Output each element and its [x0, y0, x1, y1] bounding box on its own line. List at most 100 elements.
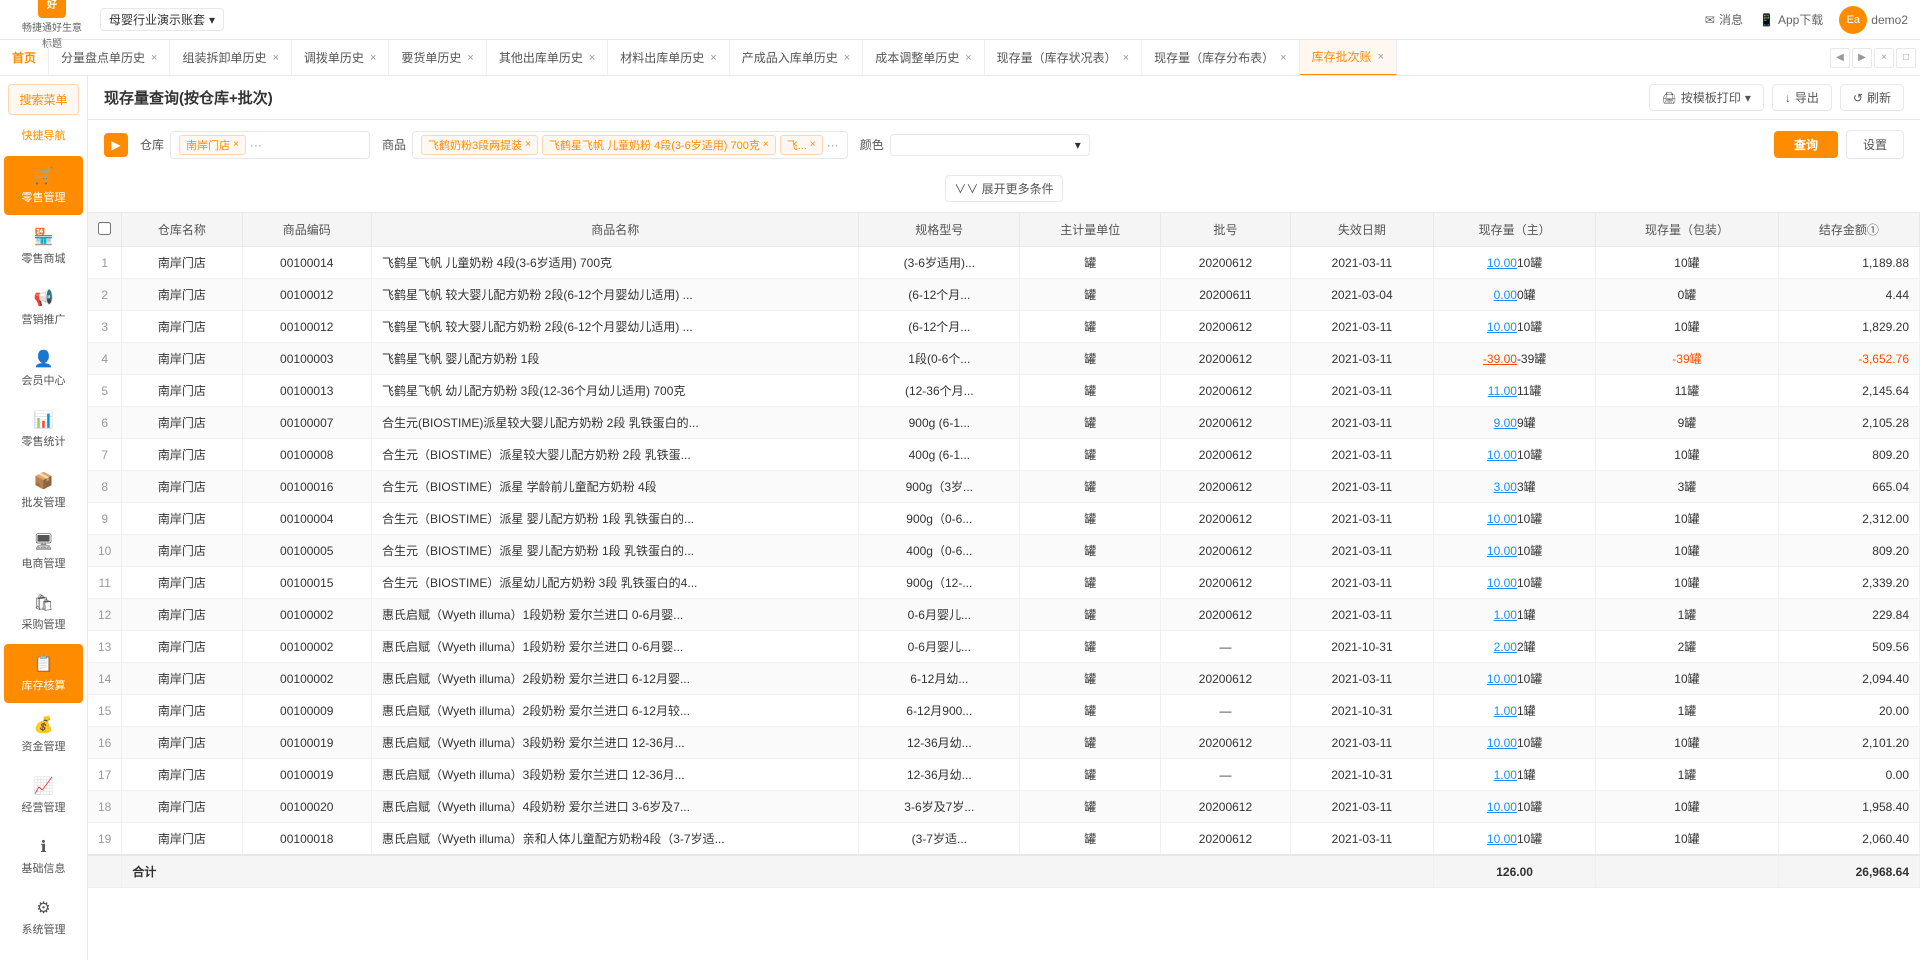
close-icon[interactable]: ×: [844, 52, 850, 64]
tab-label: 成本调整单历史: [875, 49, 959, 66]
close-icon[interactable]: ×: [272, 52, 278, 64]
tab-assembly[interactable]: 组装拆卸单历史 ×: [170, 40, 291, 76]
product-filter-more[interactable]: ···: [827, 138, 839, 152]
close-icon[interactable]: ×: [467, 52, 473, 64]
sidebar-item-basic-info[interactable]: ℹ 基础信息: [4, 827, 83, 886]
cell-amount: -3,652.76: [1778, 343, 1919, 375]
qty-main-link[interactable]: 0.00: [1494, 288, 1517, 302]
qty-main-link[interactable]: 10.00: [1487, 576, 1517, 590]
filter-more-dots[interactable]: ···: [250, 138, 262, 152]
export-btn[interactable]: ↓ 导出: [1772, 84, 1832, 111]
tab-maximize-btn[interactable]: □: [1896, 48, 1916, 68]
query-btn[interactable]: 查询: [1774, 131, 1838, 158]
qty-main-link[interactable]: -39.00: [1483, 352, 1517, 366]
qty-main-link[interactable]: 2.00: [1494, 640, 1517, 654]
close-icon[interactable]: ×: [965, 52, 971, 64]
product-tag-close-3[interactable]: ×: [810, 139, 816, 150]
sidebar-item-retail-mall[interactable]: 🏪 零售商城: [4, 217, 83, 276]
product-tag-3[interactable]: 飞... ×: [780, 135, 823, 155]
qty-main-link[interactable]: 3.00: [1494, 480, 1517, 494]
warehouse-tag-close[interactable]: ×: [233, 139, 239, 150]
close-icon[interactable]: ×: [370, 52, 376, 64]
cell-name: 惠氏启赋（Wyeth illuma）2段奶粉 爱尔兰进口 6-12月较...: [372, 695, 859, 727]
tab-prev-btn[interactable]: ◀: [1830, 48, 1850, 68]
qty-main-link[interactable]: 10.00: [1487, 512, 1517, 526]
qty-main-link[interactable]: 1.00: [1494, 704, 1517, 718]
tab-next-btn[interactable]: ▶: [1852, 48, 1872, 68]
tab-home[interactable]: 首页: [0, 40, 49, 76]
tab-order[interactable]: 要货单历史 ×: [389, 40, 486, 76]
sidebar-item-ecommerce[interactable]: 🖥 电商管理: [4, 522, 83, 581]
qty-main-link[interactable]: 10.00: [1487, 672, 1517, 686]
product-tag-close-2[interactable]: ×: [763, 139, 769, 150]
qty-main-link[interactable]: 10.00: [1487, 256, 1517, 270]
qty-main-link[interactable]: 10.00: [1487, 736, 1517, 750]
select-all-checkbox[interactable]: [98, 222, 111, 235]
sidebar-item-system[interactable]: ⚙ 系统管理: [4, 888, 83, 947]
tab-finished-inbound[interactable]: 产成品入库单历史 ×: [730, 40, 863, 76]
qty-main-link[interactable]: 9.00: [1494, 416, 1517, 430]
cell-code: 00100018: [242, 823, 372, 856]
sidebar-item-label: 资金管理: [22, 738, 66, 754]
product-tag-2[interactable]: 飞鹤星飞帆 儿童奶粉 4段(3-6岁适用) 700克 ×: [542, 135, 776, 155]
quick-nav-btn[interactable]: 快捷导航: [0, 123, 87, 147]
filter-expand-arrow[interactable]: ▶: [104, 133, 128, 157]
sidebar-item-wholesale[interactable]: 📦 批发管理: [4, 461, 83, 520]
sidebar-item-members[interactable]: 👤 会员中心: [4, 339, 83, 398]
tab-other-outbound[interactable]: 其他出库单历史 ×: [487, 40, 608, 76]
cell-name: 惠氏启赋（Wyeth illuma）亲和人体儿童配方奶粉4段（3-7岁适...: [372, 823, 859, 856]
warehouse-tag-container[interactable]: 南岸门店 × ···: [170, 131, 370, 159]
qty-main-link[interactable]: 10.00: [1487, 320, 1517, 334]
qty-main-link[interactable]: 11.00: [1488, 384, 1517, 398]
cell-warehouse: 南岸门店: [122, 503, 242, 535]
tab-material-outbound[interactable]: 材料出库单历史 ×: [608, 40, 729, 76]
sidebar-item-retail-stats[interactable]: 📊 零售统计: [4, 400, 83, 459]
table-row: 9 南岸门店 00100004 合生元（BIOSTIME）派星 婴儿配方奶粉 1…: [88, 503, 1920, 535]
row-num: 14: [88, 663, 122, 695]
product-tag-1[interactable]: 飞鹤奶粉3段两提装 ×: [421, 135, 538, 155]
print-btn[interactable]: 🖨 按模板打印 ▾: [1649, 84, 1764, 111]
sidebar-item-inventory[interactable]: 📋 库存核算: [4, 644, 83, 703]
inventory-icon: 📋: [34, 654, 54, 674]
app-download-btn[interactable]: 📱 App下载: [1759, 11, 1823, 28]
tab-inventory-count[interactable]: 分量盘点单历史 ×: [49, 40, 170, 76]
close-icon[interactable]: ×: [151, 52, 157, 64]
sidebar-item-purchasing[interactable]: 🛍 采购管理: [4, 583, 83, 642]
close-icon[interactable]: ×: [710, 52, 716, 64]
sidebar-item-marketing[interactable]: 📢 营销推广: [4, 278, 83, 337]
refresh-btn[interactable]: ↺ 刷新: [1840, 84, 1904, 111]
account-selector[interactable]: 母婴行业演示账套 ▾: [100, 8, 224, 31]
qty-main-link[interactable]: 10.00: [1487, 800, 1517, 814]
color-tag-container[interactable]: ▾: [890, 134, 1090, 156]
qty-main-link[interactable]: 10.00: [1487, 448, 1517, 462]
sidebar-item-retail-mgmt[interactable]: 🛒 零售管理: [4, 156, 83, 215]
product-tag-container[interactable]: 飞鹤奶粉3段两提装 × 飞鹤星飞帆 儿童奶粉 4段(3-6岁适用) 700克 ×…: [412, 131, 848, 159]
warehouse-tag-nanang[interactable]: 南岸门店 ×: [179, 135, 246, 155]
user-area[interactable]: Ea demo2: [1839, 6, 1908, 34]
tab-batch-stock[interactable]: 库存批次账 ×: [1300, 40, 1397, 76]
close-icon[interactable]: ×: [1378, 51, 1384, 63]
qty-main-link[interactable]: 10.00: [1487, 544, 1517, 558]
product-tag-close-1[interactable]: ×: [525, 139, 531, 150]
tab-stock-status[interactable]: 现存量（库存状况表） ×: [985, 40, 1142, 76]
close-icon[interactable]: ×: [1123, 52, 1129, 64]
tab-transfer[interactable]: 调拨单历史 ×: [292, 40, 389, 76]
tab-close-btn[interactable]: ×: [1874, 48, 1894, 68]
qty-main-link[interactable]: 10.00: [1487, 832, 1517, 846]
cell-unit: 罐: [1020, 631, 1161, 663]
qty-main-link[interactable]: 1.00: [1494, 768, 1517, 782]
qty-main-link[interactable]: 1.00: [1494, 608, 1517, 622]
sidebar-item-finance[interactable]: 💰 资金管理: [4, 705, 83, 764]
close-icon[interactable]: ×: [1280, 52, 1286, 64]
messages-btn[interactable]: ✉ 消息: [1705, 11, 1743, 28]
settings-btn[interactable]: 设置: [1846, 130, 1904, 159]
sidebar-item-operations[interactable]: 📈 经营管理: [4, 766, 83, 825]
search-menu-btn[interactable]: 搜索菜单: [8, 84, 79, 115]
close-icon[interactable]: ×: [589, 52, 595, 64]
cell-code: 00100008: [242, 439, 372, 471]
tab-cost-adjust[interactable]: 成本调整单历史 ×: [863, 40, 984, 76]
tab-stock-dist[interactable]: 现存量（库存分布表） ×: [1142, 40, 1299, 76]
sidebar-item-collab[interactable]: 🤝 企业协同: [4, 949, 83, 960]
expand-conditions-btn[interactable]: ∨∨ 展开更多条件: [945, 175, 1062, 202]
ecommerce-icon: 🖥: [33, 532, 53, 552]
